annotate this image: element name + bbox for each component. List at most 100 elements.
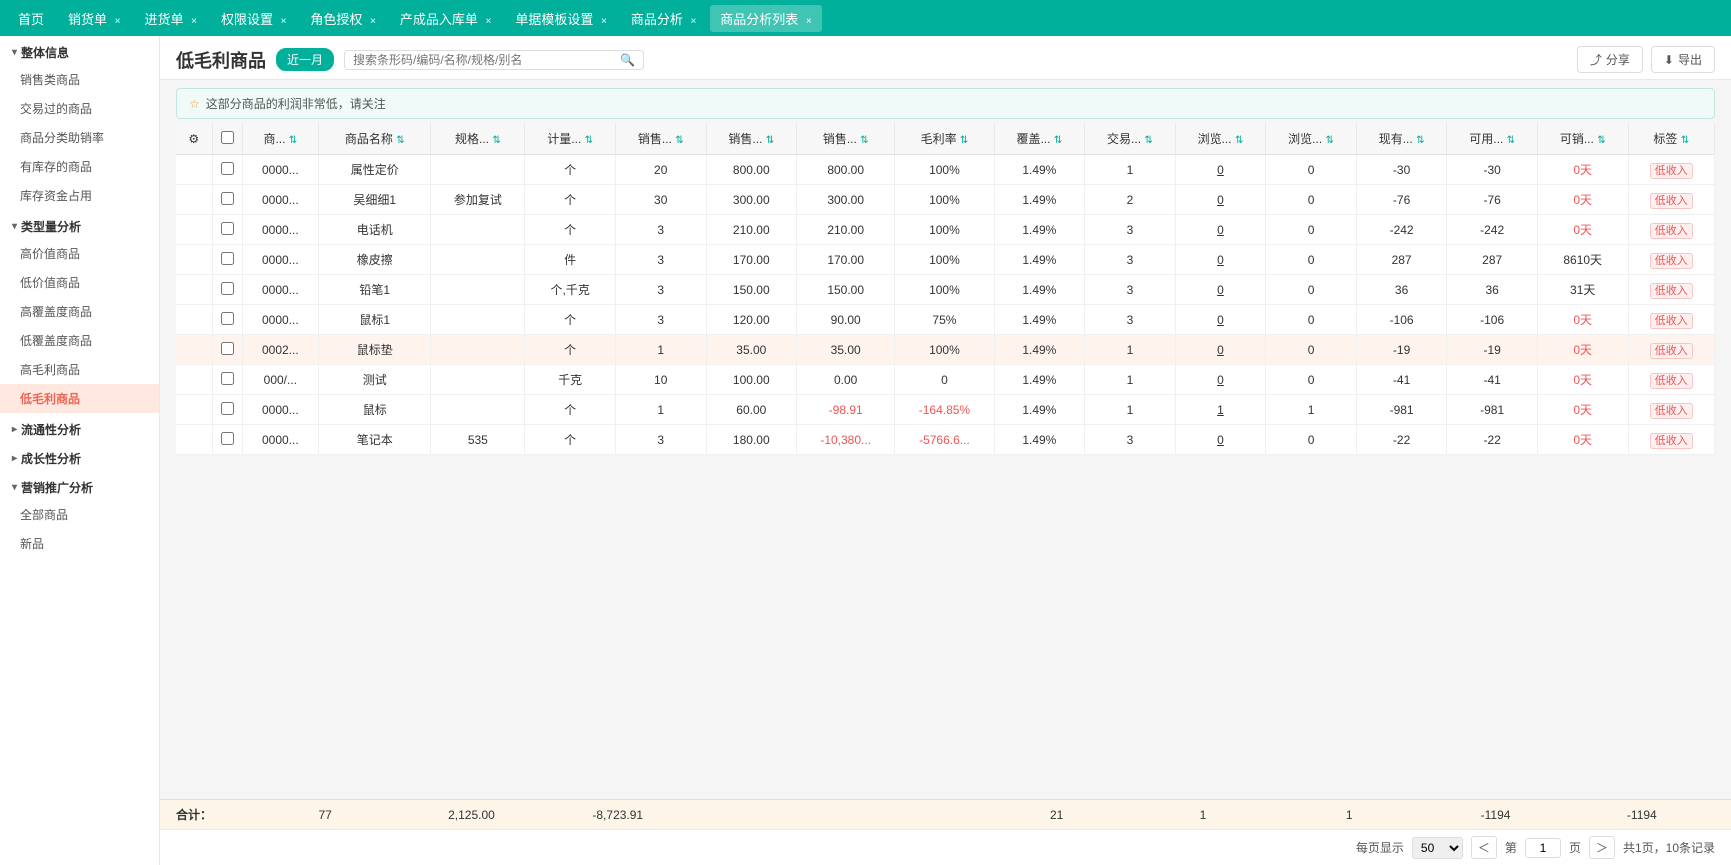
row-checkbox[interactable] xyxy=(221,162,234,175)
sidebar-group-growth[interactable]: ▸ 成长性分析 xyxy=(0,442,159,471)
sidebar-item-low-value[interactable]: 低价值商品 xyxy=(0,268,159,297)
checkbox-cell[interactable] xyxy=(212,245,242,275)
sales-count-cell: 3 xyxy=(615,305,706,335)
col-view2[interactable]: 浏览... ⇅ xyxy=(1266,123,1357,155)
row-checkbox[interactable] xyxy=(221,432,234,445)
col-view1[interactable]: 浏览... ⇅ xyxy=(1175,123,1266,155)
sellable-cell: 31天 xyxy=(1537,275,1628,305)
close-icon[interactable]: × xyxy=(806,16,812,27)
row-checkbox[interactable] xyxy=(221,312,234,325)
checkbox-cell[interactable] xyxy=(212,275,242,305)
row-checkbox[interactable] xyxy=(221,402,234,415)
col-spec[interactable]: 规格... ⇅ xyxy=(431,123,525,155)
col-name[interactable]: 商品名称 ⇅ xyxy=(319,123,431,155)
nav-item-product-entry[interactable]: 产成品入库单 × xyxy=(390,5,501,32)
time-filter-recent-month[interactable]: 近一月 xyxy=(276,48,334,71)
select-all-checkbox[interactable] xyxy=(221,131,234,144)
checkbox-cell[interactable] xyxy=(212,425,242,455)
sidebar-item-traded-products[interactable]: 交易过的商品 xyxy=(0,94,159,123)
close-icon[interactable]: × xyxy=(115,16,121,27)
col-sellable[interactable]: 可销... ⇅ xyxy=(1537,123,1628,155)
per-page-select[interactable]: 50 100 200 xyxy=(1412,837,1463,859)
row-checkbox[interactable] xyxy=(221,282,234,295)
checkbox-cell[interactable] xyxy=(212,365,242,395)
view1-cell[interactable]: 0 xyxy=(1175,155,1266,185)
sidebar-item-low-coverage[interactable]: 低覆盖度商品 xyxy=(0,326,159,355)
nav-item-home[interactable]: 首页 xyxy=(8,5,54,32)
row-checkbox[interactable] xyxy=(221,372,234,385)
sidebar-item-all-products[interactable]: 全部商品 xyxy=(0,500,159,529)
view1-cell[interactable]: 0 xyxy=(1175,335,1266,365)
view1-cell[interactable]: 0 xyxy=(1175,425,1266,455)
nav-item-analysis-list[interactable]: 商品分析列表 × xyxy=(710,5,821,32)
checkbox-col-header[interactable] xyxy=(212,123,242,155)
search-icon[interactable]: 🔍 xyxy=(620,53,635,67)
row-checkbox[interactable] xyxy=(221,192,234,205)
col-unit[interactable]: 计量... ⇅ xyxy=(525,123,616,155)
col-current[interactable]: 现有... ⇅ xyxy=(1356,123,1447,155)
sidebar-item-category-rate[interactable]: 商品分类助销率 xyxy=(0,123,159,152)
sidebar-item-high-value[interactable]: 高价值商品 xyxy=(0,239,159,268)
next-page-button[interactable]: ＞ xyxy=(1589,836,1615,859)
sidebar-group-marketing[interactable]: ▾ 营销推广分析 xyxy=(0,471,159,500)
checkbox-cell[interactable] xyxy=(212,215,242,245)
col-sales-profit[interactable]: 销售... ⇅ xyxy=(797,123,895,155)
sidebar-item-new-products[interactable]: 新品 xyxy=(0,529,159,558)
nav-item-analysis[interactable]: 商品分析 × xyxy=(621,5,706,32)
export-button[interactable]: ⬇ 导出 xyxy=(1651,46,1715,73)
col-coverage[interactable]: 覆盖... ⇅ xyxy=(994,123,1085,155)
col-available[interactable]: 可用... ⇅ xyxy=(1447,123,1538,155)
sales-count-cell: 30 xyxy=(615,185,706,215)
share-button[interactable]: ⤴ 分享 xyxy=(1577,46,1643,73)
view1-cell[interactable]: 0 xyxy=(1175,305,1266,335)
nav-item-sales[interactable]: 销货单 × xyxy=(58,5,130,32)
sidebar-group-overall[interactable]: ▾ 整体信息 xyxy=(0,36,159,65)
nav-item-purchase[interactable]: 进货单 × xyxy=(134,5,206,32)
view1-cell[interactable]: 0 xyxy=(1175,215,1266,245)
prev-page-button[interactable]: ＜ xyxy=(1471,836,1497,859)
row-checkbox[interactable] xyxy=(221,222,234,235)
sidebar-item-stock-capital[interactable]: 库存资金占用 xyxy=(0,181,159,210)
view1-cell[interactable]: 1 xyxy=(1175,395,1266,425)
search-box[interactable]: 🔍 xyxy=(344,50,644,70)
sidebar-group-circulation[interactable]: ▸ 流通性分析 xyxy=(0,413,159,442)
sidebar-item-sales-products[interactable]: 销售类商品 xyxy=(0,65,159,94)
checkbox-cell[interactable] xyxy=(212,185,242,215)
sidebar-group-type-analysis[interactable]: ▾ 类型量分析 xyxy=(0,210,159,239)
checkbox-cell[interactable] xyxy=(212,335,242,365)
close-icon[interactable]: × xyxy=(486,16,492,27)
row-checkbox[interactable] xyxy=(221,342,234,355)
nav-item-template[interactable]: 单据模板设置 × xyxy=(505,5,616,32)
col-trade[interactable]: 交易... ⇅ xyxy=(1085,123,1176,155)
view1-cell[interactable]: 0 xyxy=(1175,365,1266,395)
sidebar-item-low-margin[interactable]: 低毛利商品 xyxy=(0,384,159,413)
sidebar-item-high-coverage[interactable]: 高覆盖度商品 xyxy=(0,297,159,326)
sidebar-item-high-margin[interactable]: 高毛利商品 xyxy=(0,355,159,384)
view1-cell[interactable]: 0 xyxy=(1175,185,1266,215)
trade-cell: 3 xyxy=(1085,425,1176,455)
sidebar-item-in-stock[interactable]: 有库存的商品 xyxy=(0,152,159,181)
close-icon[interactable]: × xyxy=(690,16,696,27)
col-sales-price[interactable]: 销售... ⇅ xyxy=(706,123,797,155)
page-number-input[interactable] xyxy=(1525,838,1561,858)
col-tag[interactable]: 标签 ⇅ xyxy=(1628,123,1715,155)
checkbox-cell[interactable] xyxy=(212,395,242,425)
col-gross-rate[interactable]: 毛利率 ⇅ xyxy=(895,123,994,155)
close-icon[interactable]: × xyxy=(281,16,287,27)
checkbox-cell[interactable] xyxy=(212,305,242,335)
table-container[interactable]: ⚙ 商... ⇅ 商品名称 ⇅ 规格... ⇅ 计量... ⇅ 销售... ⇅ … xyxy=(160,123,1731,799)
view1-cell[interactable]: 0 xyxy=(1175,275,1266,305)
view1-cell[interactable]: 0 xyxy=(1175,245,1266,275)
sidebar-group-growth-label: 成长性分析 xyxy=(21,450,81,467)
row-checkbox[interactable] xyxy=(221,252,234,265)
checkbox-cell[interactable] xyxy=(212,155,242,185)
nav-item-role[interactable]: 角色授权 × xyxy=(300,5,385,32)
settings-col-header[interactable]: ⚙ xyxy=(176,123,212,155)
nav-item-permission[interactable]: 权限设置 × xyxy=(211,5,296,32)
col-code[interactable]: 商... ⇅ xyxy=(242,123,319,155)
col-sales-count[interactable]: 销售... ⇅ xyxy=(615,123,706,155)
close-icon[interactable]: × xyxy=(191,16,197,27)
search-input[interactable] xyxy=(353,53,620,67)
close-icon[interactable]: × xyxy=(601,16,607,27)
close-icon[interactable]: × xyxy=(370,16,376,27)
